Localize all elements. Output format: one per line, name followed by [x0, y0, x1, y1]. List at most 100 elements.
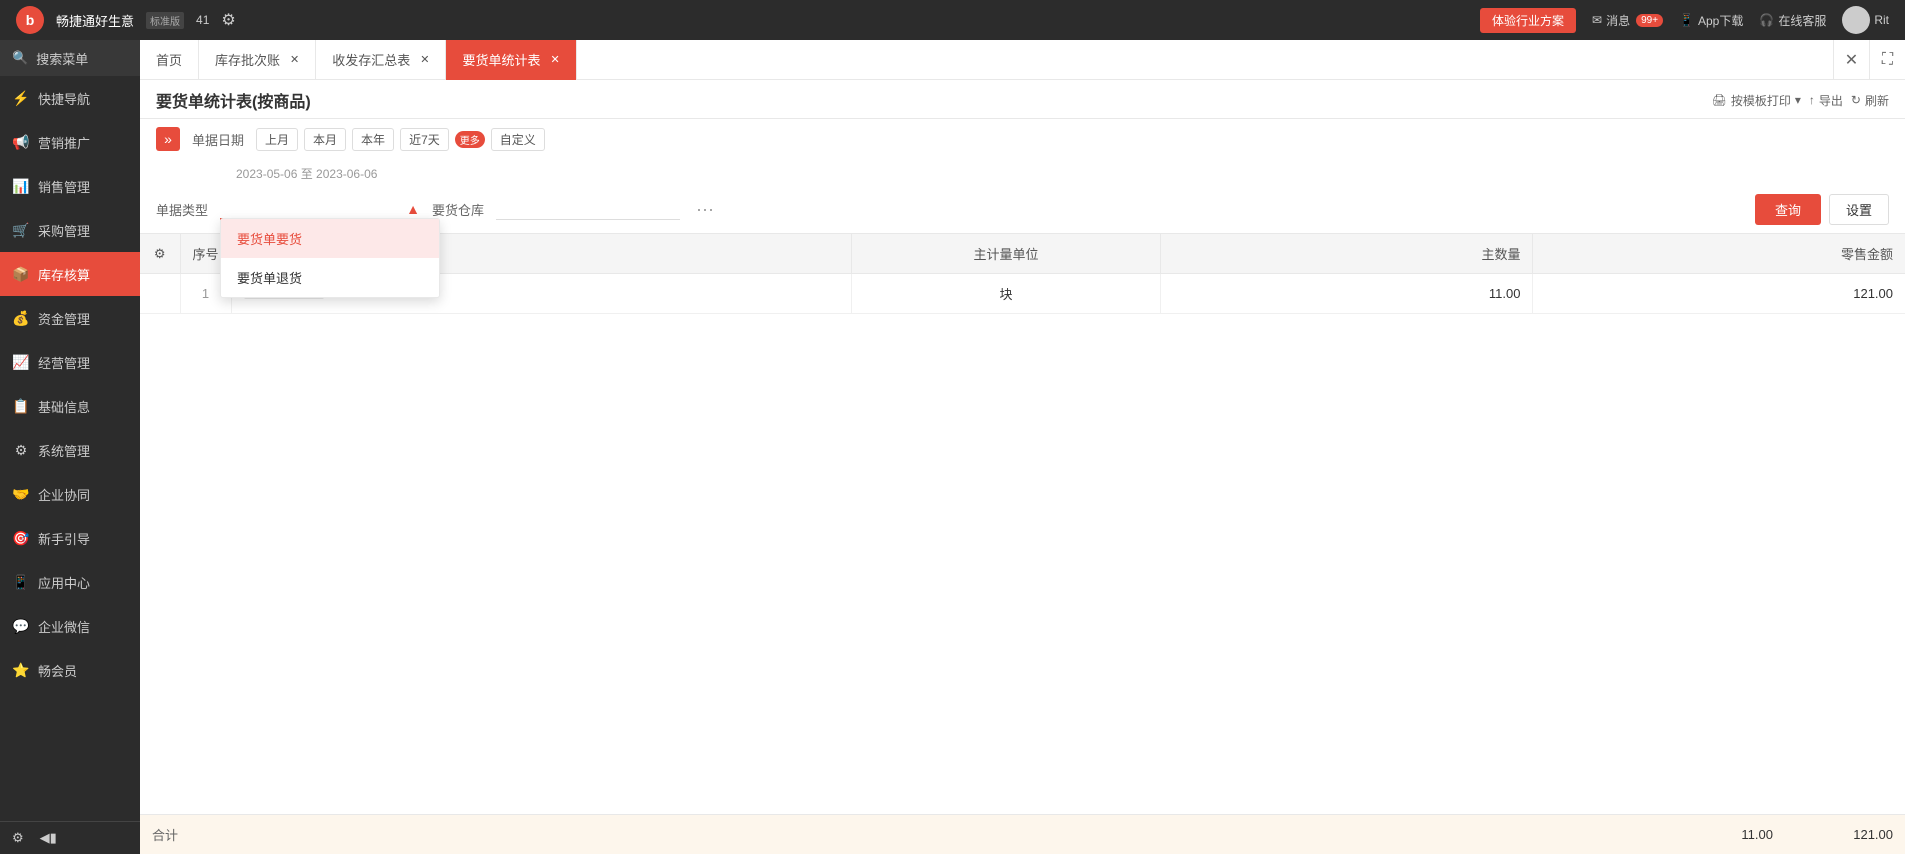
warehouse-input[interactable] — [496, 200, 680, 220]
sidebar-item-search[interactable]: 🔍 搜索菜单 — [0, 40, 140, 76]
date-last-7days-btn[interactable]: 近7天 — [400, 128, 449, 151]
sidebar-sales-label: 销售管理 — [38, 177, 90, 196]
page-title: 要货单统计表(按商品) — [156, 88, 311, 112]
tab-collect-summary-label: 收发存汇总表 — [332, 50, 410, 69]
tab-collect-summary-close[interactable]: ✕ — [420, 53, 429, 66]
messages-item[interactable]: ✉ 消息 99+ — [1592, 12, 1663, 29]
sidebar-item-quick-nav[interactable]: ⚡ 快捷导航 — [0, 76, 140, 120]
date-range-group: 上月 本月 本年 近7天 更多 自定义 — [256, 128, 545, 151]
finance-icon: 💰 — [12, 310, 30, 327]
type-select-arrow[interactable]: ▲ — [406, 201, 420, 217]
wechat-icon: 💬 — [12, 618, 30, 635]
user-name-label: Rit — [1874, 13, 1889, 27]
tab-inventory-batch-close[interactable]: ✕ — [290, 53, 299, 66]
settings-button[interactable]: 设置 — [1829, 194, 1889, 225]
table-wrapper: ⚙ 序号 商品 主计量单位 主数量 零售金额 1 — [140, 234, 1905, 814]
tab-home[interactable]: 首页 — [140, 40, 199, 80]
tab-inventory-batch-label: 库存批次账 — [215, 50, 280, 69]
sidebar-inventory-label: 库存核算 — [38, 265, 90, 284]
tab-requisition-summary-label: 要货单统计表 — [462, 50, 540, 69]
sidebar-bottom-collapse-icon[interactable]: ◀▮ — [40, 830, 57, 846]
trial-button[interactable]: 体验行业方案 — [1480, 8, 1576, 33]
sidebar-item-sales[interactable]: 📊 销售管理 — [0, 164, 140, 208]
sidebar-item-purchase[interactable]: 🛒 采购管理 — [0, 208, 140, 252]
purchase-icon: 🛒 — [12, 222, 30, 239]
footer-label: 合计 — [152, 825, 178, 844]
quick-nav-icon: ⚡ — [12, 90, 30, 107]
sidebar-purchase-label: 采购管理 — [38, 221, 90, 240]
filter-actions: 查询 设置 — [1755, 194, 1889, 225]
refresh-label: 刷新 — [1865, 92, 1889, 109]
sidebar-item-inventory[interactable]: 📦 库存核算 — [0, 252, 140, 296]
row-amount-cell: 121.00 — [1533, 274, 1905, 314]
col-qty-header: 主数量 — [1161, 234, 1533, 274]
type-select-input[interactable] — [220, 199, 406, 218]
sidebar: 🔍 搜索菜单 ⚡ 快捷导航 📢 营销推广 📊 销售管理 🛒 采购管理 📦 库存核… — [0, 40, 140, 854]
export-btn[interactable]: ↑ 导出 — [1809, 92, 1843, 109]
sidebar-basic-info-label: 基础信息 — [38, 397, 90, 416]
membership-icon: ⭐ — [12, 662, 30, 679]
sidebar-operations-label: 经营管理 — [38, 353, 90, 372]
filter-more-btn[interactable]: ··· — [696, 199, 714, 220]
sidebar-enterprise-collab-label: 企业协同 — [38, 485, 90, 504]
print-template-btn[interactable]: 🖨 按模板打印 ▾ — [1712, 92, 1801, 109]
sidebar-app-center-label: 应用中心 — [38, 573, 90, 592]
tab-fullscreen-btn[interactable]: ⛶ — [1869, 40, 1905, 80]
sidebar-item-enterprise-collab[interactable]: 🤝 企业协同 — [0, 472, 140, 516]
filter-expand-btn[interactable]: » — [156, 127, 180, 151]
warehouse-label: 要货仓库 — [432, 200, 484, 219]
sidebar-item-finance[interactable]: 💰 资金管理 — [0, 296, 140, 340]
new-guide-icon: 🎯 — [12, 530, 30, 547]
sidebar-item-membership[interactable]: ⭐ 畅会员 — [0, 648, 140, 692]
online-service-item[interactable]: 🎧 在线客服 — [1759, 12, 1826, 29]
service-icon: 🎧 — [1759, 13, 1774, 27]
app-name: 畅捷通好生意 — [56, 11, 134, 30]
sidebar-item-app-center[interactable]: 📱 应用中心 — [0, 560, 140, 604]
app-settings-icon[interactable]: ⚙ — [221, 10, 235, 30]
sidebar-item-system[interactable]: ⚙ 系统管理 — [0, 428, 140, 472]
settings-gear-icon[interactable]: ⚙ — [154, 246, 166, 261]
sidebar-item-basic-info[interactable]: 📋 基础信息 — [0, 384, 140, 428]
app-version: 标准版 — [146, 12, 184, 29]
system-icon: ⚙ — [12, 442, 30, 459]
type-label: 单据类型 — [156, 200, 208, 219]
table-footer: 合计 11.00 121.00 — [140, 814, 1905, 854]
date-this-month-btn[interactable]: 本月 — [304, 128, 346, 151]
sidebar-item-operations[interactable]: 📈 经营管理 — [0, 340, 140, 384]
tab-collect-summary[interactable]: 收发存汇总表 ✕ — [316, 40, 446, 80]
basic-info-icon: 📋 — [12, 398, 30, 415]
dropdown-item-return[interactable]: 要货单退货 — [221, 258, 439, 297]
tab-home-label: 首页 — [156, 50, 182, 69]
export-icon: ↑ — [1809, 93, 1815, 107]
search-icon: 🔍 — [12, 50, 28, 66]
user-item[interactable]: Rit — [1842, 6, 1889, 34]
sidebar-system-label: 系统管理 — [38, 441, 90, 460]
app-download-item[interactable]: 📱 App下载 — [1679, 12, 1743, 29]
tab-bar: 首页 库存批次账 ✕ 收发存汇总表 ✕ 要货单统计表 ✕ ✕ ⛶ — [140, 40, 1905, 80]
sidebar-item-new-guide[interactable]: 🎯 新手引导 — [0, 516, 140, 560]
dropdown-item-requisition[interactable]: 要货单要货 — [221, 219, 439, 258]
date-more-badge[interactable]: 更多 — [455, 131, 485, 148]
expand-icon: » — [164, 131, 172, 147]
print-icon: 🖨 — [1712, 93, 1727, 107]
export-label: 导出 — [1819, 92, 1843, 109]
tab-close-all-btn[interactable]: ✕ — [1833, 40, 1869, 80]
sidebar-item-wechat[interactable]: 💬 企业微信 — [0, 604, 140, 648]
col-settings-header[interactable]: ⚙ — [140, 234, 180, 274]
app-header: b 畅捷通好生意 标准版 41 ⚙ 体验行业方案 ✉ 消息 99+ 📱 App下… — [0, 0, 1905, 40]
tab-inventory-batch[interactable]: 库存批次账 ✕ — [199, 40, 316, 80]
date-this-year-btn[interactable]: 本年 — [352, 128, 394, 151]
sidebar-bottom-settings-icon[interactable]: ⚙ — [12, 830, 24, 846]
enterprise-collab-icon: 🤝 — [12, 486, 30, 503]
download-icon: 📱 — [1679, 13, 1694, 27]
date-last-month-btn[interactable]: 上月 — [256, 128, 298, 151]
refresh-btn[interactable]: ↻ 刷新 — [1851, 92, 1889, 109]
tab-requisition-summary-close[interactable]: ✕ — [551, 53, 560, 66]
query-button[interactable]: 查询 — [1755, 194, 1821, 225]
tab-requisition-summary[interactable]: 要货单统计表 ✕ — [446, 40, 576, 80]
marketing-icon: 📢 — [12, 134, 30, 151]
messages-badge: 99+ — [1636, 14, 1663, 27]
date-custom-btn[interactable]: 自定义 — [491, 128, 545, 151]
sidebar-item-marketing[interactable]: 📢 营销推广 — [0, 120, 140, 164]
inventory-icon: 📦 — [12, 266, 30, 283]
